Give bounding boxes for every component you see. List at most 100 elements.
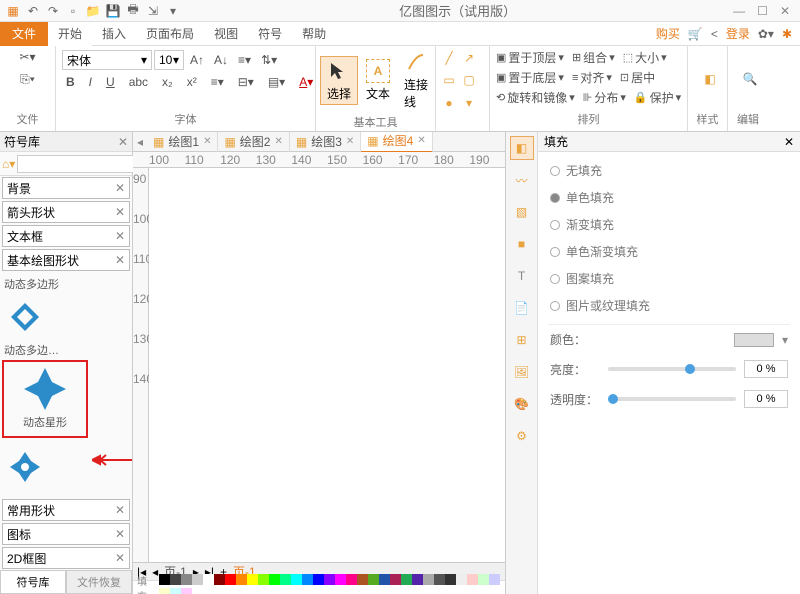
color-swatch[interactable]	[489, 574, 500, 585]
color-swatch[interactable]	[423, 574, 434, 585]
menu-layout[interactable]: 页面布局	[136, 22, 204, 46]
fill-option-1[interactable]: 单色填充	[550, 189, 788, 206]
color-swatch[interactable]	[302, 574, 313, 585]
color-swatch[interactable]	[181, 588, 192, 594]
brightness-value[interactable]: 0 %	[744, 360, 788, 378]
color-swatch[interactable]	[346, 574, 357, 585]
color-swatch[interactable]	[478, 574, 489, 585]
settings-tool-icon[interactable]: ⚙	[510, 424, 534, 448]
superscript-icon[interactable]: x²	[183, 73, 201, 91]
buy-link[interactable]: 购买	[656, 25, 680, 42]
undo-icon[interactable]: ↶	[24, 2, 42, 20]
size-button[interactable]: ⬚ 大小▾	[621, 48, 669, 67]
send-back-button[interactable]: ▣ 置于底层▾	[494, 68, 566, 87]
menu-symbol[interactable]: 符号	[248, 22, 292, 46]
shape-arrow-icon[interactable]: ↗	[460, 50, 478, 66]
brightness-slider[interactable]	[608, 367, 736, 371]
strike-icon[interactable]: abc	[125, 73, 152, 91]
qat-dropdown-icon[interactable]: ▾	[164, 2, 182, 20]
color-swatch[interactable]	[467, 574, 478, 585]
minimize-icon[interactable]: —	[733, 4, 745, 18]
distribute-button[interactable]: ⊪ 分布▾	[581, 88, 628, 107]
decrease-font-icon[interactable]: A↓	[210, 51, 232, 69]
color-swatch[interactable]	[379, 574, 390, 585]
shape-more-icon[interactable]: ▾	[460, 95, 478, 111]
page-tool-icon[interactable]: 📄	[510, 296, 534, 320]
menu-help[interactable]: 帮助	[292, 22, 336, 46]
fill-option-0[interactable]: 无填充	[550, 162, 788, 179]
gear-icon[interactable]: ✿▾	[758, 27, 774, 41]
color-swatch[interactable]	[203, 574, 214, 585]
align-icon[interactable]: ≡▾	[207, 73, 228, 91]
bullets-icon[interactable]: ≡▾	[234, 51, 255, 69]
fill-option-4[interactable]: 图案填充	[550, 270, 788, 287]
lib-cat-arrows[interactable]: 箭头形状✕	[2, 201, 130, 223]
fill-option-5[interactable]: 图片或纹理填充	[550, 297, 788, 314]
cut-icon[interactable]: ✂▾	[15, 48, 39, 66]
home-icon[interactable]: ⌂▾	[2, 157, 15, 171]
color-swatch[interactable]	[170, 574, 181, 585]
lib-cat-common[interactable]: 常用形状✕	[2, 499, 130, 521]
shape-line-icon[interactable]: ╱	[440, 50, 458, 66]
color-swatch[interactable]	[269, 574, 280, 585]
open-icon[interactable]: 📁	[84, 2, 102, 20]
color-swatch[interactable]	[280, 574, 291, 585]
color-swatch[interactable]	[335, 574, 346, 585]
spacing-icon[interactable]: ⇅▾	[257, 51, 281, 69]
redo-icon[interactable]: ↷	[44, 2, 62, 20]
color-swatch[interactable]	[192, 574, 203, 585]
indent-icon[interactable]: ⊟▾	[234, 73, 258, 91]
panel-close-icon[interactable]: ✕	[118, 135, 128, 149]
lib-cat-textbox[interactable]: 文本框✕	[2, 225, 130, 247]
center-button[interactable]: ⊡ 居中	[618, 68, 657, 87]
shadow-tool-icon[interactable]: ▧	[510, 200, 534, 224]
color-swatch[interactable]	[390, 574, 401, 585]
color-picker[interactable]	[734, 333, 774, 347]
poly-shape-thumb[interactable]	[2, 294, 48, 340]
color-swatch[interactable]	[159, 574, 170, 585]
connector-tool[interactable]: 连接线	[398, 48, 434, 112]
color-swatch[interactable]	[401, 574, 412, 585]
color-swatch[interactable]	[291, 574, 302, 585]
transparency-value[interactable]: 0 %	[744, 390, 788, 408]
color-swatch[interactable]	[313, 574, 324, 585]
color-swatch[interactable]	[368, 574, 379, 585]
share-icon[interactable]: <	[711, 27, 718, 41]
bring-front-button[interactable]: ▣ 置于顶层▾	[494, 48, 566, 67]
color-swatch[interactable]	[159, 588, 170, 594]
fill-option-3[interactable]: 单色渐变填充	[550, 243, 788, 260]
font-color-icon[interactable]: A▾	[295, 73, 317, 91]
close-icon[interactable]: ✕	[780, 4, 790, 18]
color-swatch[interactable]	[445, 574, 456, 585]
cart-icon[interactable]: 🛒	[688, 27, 703, 41]
color-swatch[interactable]	[324, 574, 335, 585]
color-swatch[interactable]	[225, 574, 236, 585]
text-tool[interactable]: A 文本	[360, 57, 396, 104]
tab-nav-left-icon[interactable]: ◂	[133, 135, 147, 149]
star-shape-highlighted[interactable]: 动态星形	[2, 360, 88, 438]
bold-icon[interactable]: B	[62, 73, 79, 91]
color-swatch[interactable]	[214, 574, 225, 585]
layer-tool-icon[interactable]: ⊞	[510, 328, 534, 352]
drawing-canvas[interactable]	[149, 168, 505, 562]
lib-cat-icons[interactable]: 图标✕	[2, 523, 130, 545]
export-icon[interactable]: ⇲	[144, 2, 162, 20]
menu-home[interactable]: 开始	[48, 22, 92, 46]
protect-button[interactable]: 🔒 保护▾	[632, 88, 683, 107]
fill-panel-close-icon[interactable]: ✕	[784, 135, 794, 149]
new-icon[interactable]: ▫	[64, 2, 82, 20]
color-dropdown-icon[interactable]: ▾	[782, 333, 788, 347]
doc-tab-4[interactable]: ▦绘图4✕	[361, 132, 432, 153]
shape-tool-icon[interactable]: ■	[510, 232, 534, 256]
increase-font-icon[interactable]: A↑	[186, 51, 208, 69]
tab-recovery[interactable]: 文件恢复	[66, 571, 132, 594]
doc-tab-3[interactable]: ▦绘图3✕	[290, 132, 361, 152]
fill-tool-icon[interactable]: ◧	[510, 136, 534, 160]
fill-option-2[interactable]: 渐变填充	[550, 216, 788, 233]
color-swatch[interactable]	[236, 574, 247, 585]
color-swatch[interactable]	[412, 574, 423, 585]
color-swatch[interactable]	[456, 574, 467, 585]
copy-icon[interactable]: ⎘▾	[16, 70, 39, 89]
select-tool[interactable]: 选择	[320, 56, 358, 105]
image-tool-icon[interactable]: 🖼	[510, 360, 534, 384]
